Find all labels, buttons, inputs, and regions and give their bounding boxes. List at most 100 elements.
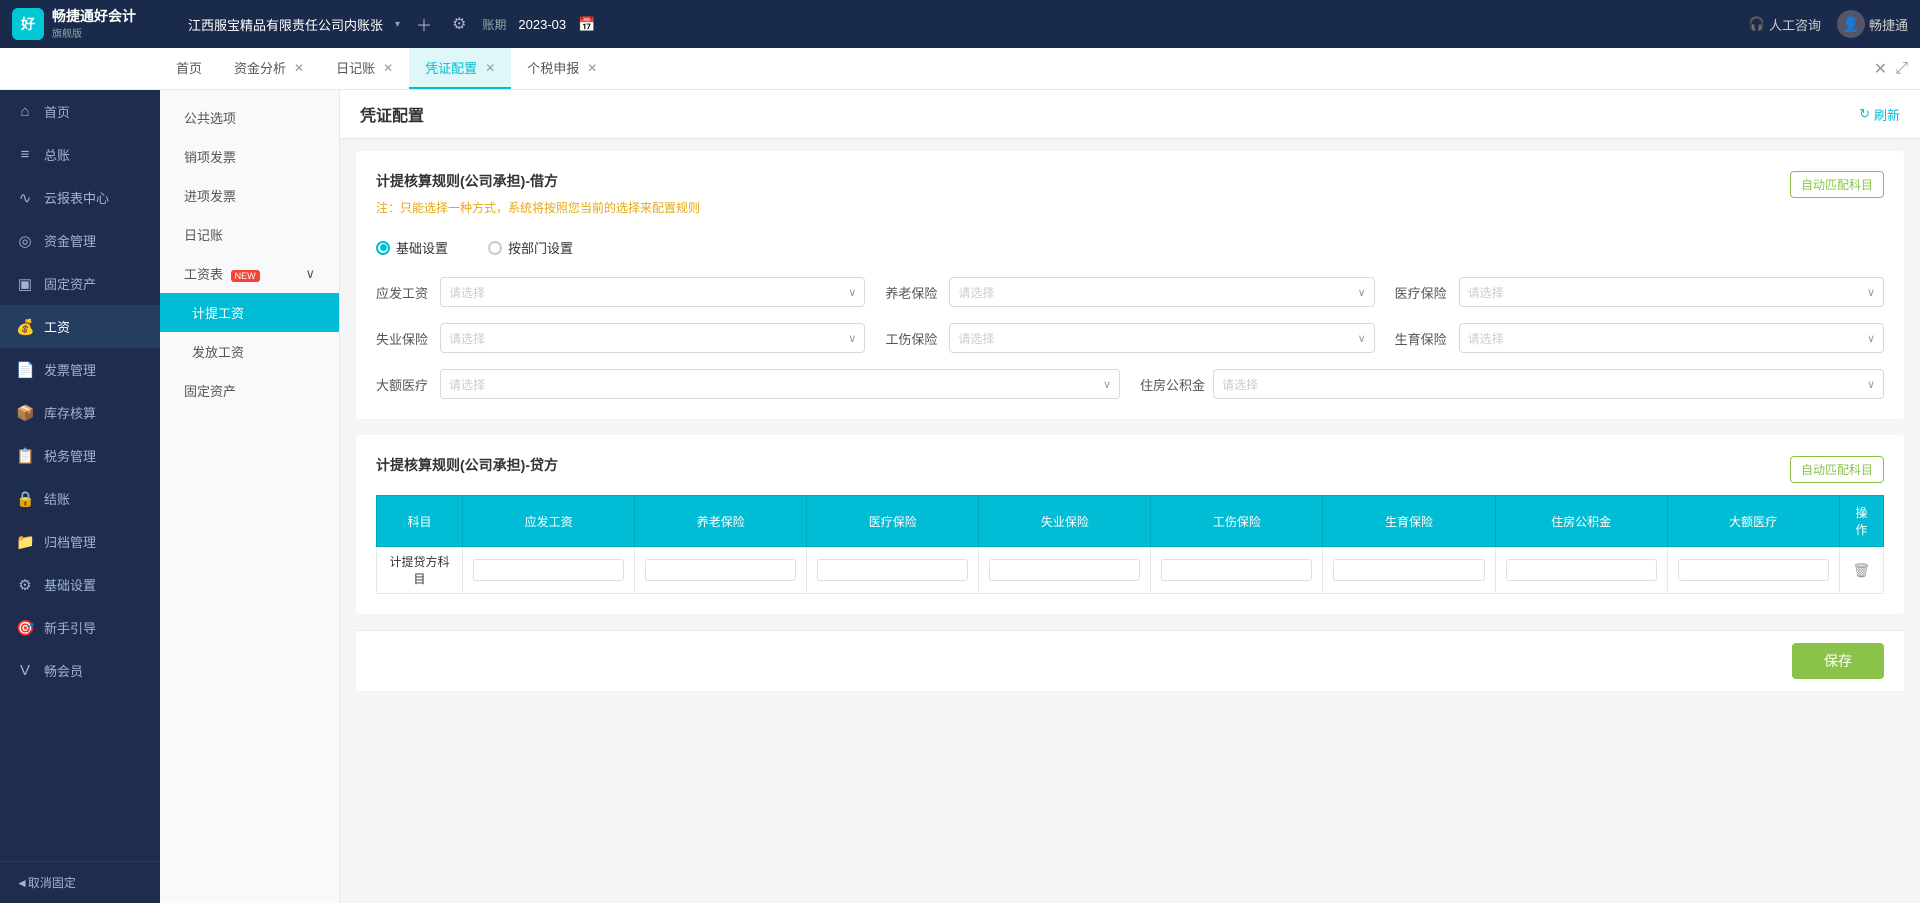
col-injury: 工伤保险	[1151, 496, 1323, 547]
sidebar-item-invoice[interactable]: 📄 发票管理	[0, 348, 160, 391]
sidebar-item-home[interactable]: ⌂ 首页	[0, 90, 160, 133]
refresh-button[interactable]: ↻ 刷新	[1859, 105, 1900, 124]
tab-fund-analysis[interactable]: 资金分析 ✕	[218, 48, 320, 89]
tab-home[interactable]: 首页	[160, 48, 218, 89]
close-window-icon[interactable]: ✕	[1874, 59, 1887, 79]
content-body: 计提核算规则(公司承担)-借方 注：只能选择一种方式，系统将按照您当前的选择来配…	[340, 151, 1920, 707]
row-wage-cell	[463, 547, 635, 594]
debit-section-title: 计提核算规则(公司承担)-借方	[376, 171, 700, 191]
sidebar-item-settings[interactable]: ⚙ 基础设置	[0, 563, 160, 606]
injury-select[interactable]: 请选择 ∨	[949, 323, 1374, 353]
col-subject: 科目	[377, 496, 463, 547]
wage-select[interactable]: 请选择 ∨	[440, 277, 865, 307]
save-button[interactable]: 保存	[1792, 643, 1884, 679]
company-dropdown-icon[interactable]: ▾	[395, 19, 400, 30]
unemployment-select[interactable]: 请选择 ∨	[440, 323, 865, 353]
app-logo-icon: 好	[12, 8, 44, 40]
col-unemployment: 失业保险	[979, 496, 1151, 547]
tax-icon: 📋	[16, 447, 34, 465]
sidebar-item-ledger[interactable]: ≡ 总账	[0, 133, 160, 176]
sidebar: ⌂ 首页 ≡ 总账 ∿ 云报表中心 ◎ 资金管理 ▣ 固定资产 💰 工资 📄 发…	[0, 90, 160, 903]
row-injury-input[interactable]	[1161, 559, 1312, 581]
left-menu-fixed-asset[interactable]: 固定资产	[160, 371, 339, 410]
row-maternity-input[interactable]	[1333, 559, 1484, 581]
left-menu-group-salary[interactable]: 工资表 NEW ∨	[160, 254, 339, 293]
tab-close-voucher[interactable]: ✕	[485, 61, 495, 75]
sidebar-item-fund[interactable]: ◎ 资金管理	[0, 219, 160, 262]
main-content: 凭证配置 ↻ 刷新 计提核算规则(公司承担)-借方 注：只能选择一种方式，系统将…	[340, 90, 1920, 903]
credit-section: 计提核算规则(公司承担)-贷方 自动匹配科目 科目 应发工资 养老保险 医疗保险	[356, 435, 1904, 614]
large-medical-select-arrow: ∨	[1103, 378, 1111, 391]
pension-label: 养老保险	[885, 283, 941, 302]
row-large-medical-input[interactable]	[1678, 559, 1829, 581]
form-item-housing: 住房公积金 请选择 ∨	[1140, 369, 1884, 399]
left-menu-sales[interactable]: 销项发票	[160, 137, 339, 176]
medical-select[interactable]: 请选择 ∨	[1459, 277, 1884, 307]
row-pension-input[interactable]	[645, 559, 796, 581]
radio-dept-circle	[488, 241, 502, 255]
left-menu-journal[interactable]: 日记账	[160, 215, 339, 254]
sidebar-item-asset[interactable]: ▣ 固定资产	[0, 262, 160, 305]
pension-select[interactable]: 请选择 ∨	[949, 277, 1374, 307]
ai-consult-button[interactable]: 🎧 人工咨询	[1749, 15, 1821, 34]
add-tab-button[interactable]: ＋	[412, 8, 436, 40]
debit-auto-match-button[interactable]: 自动匹配科目	[1790, 171, 1884, 198]
cancel-fixed-button[interactable]: ◄取消固定	[0, 861, 160, 903]
left-menu-purchase[interactable]: 进项发票	[160, 176, 339, 215]
radio-basic-dot	[380, 244, 387, 251]
sidebar-item-guide[interactable]: 🎯 新手引导	[0, 606, 160, 649]
row-housing-input[interactable]	[1506, 559, 1657, 581]
sidebar-item-salary[interactable]: 💰 工资	[0, 305, 160, 348]
tab-close-fund[interactable]: ✕	[294, 61, 304, 75]
expand-icon[interactable]: ⤢	[1895, 60, 1908, 78]
large-medical-select[interactable]: 请选择 ∨	[440, 369, 1120, 399]
form-item-large-medical: 大额医疗 请选择 ∨	[376, 369, 1120, 399]
archive-icon: 📁	[16, 533, 34, 551]
radio-basic-settings[interactable]: 基础设置	[376, 238, 448, 257]
row-unemployment-input[interactable]	[989, 559, 1140, 581]
member-icon: V	[16, 662, 34, 679]
logo-area: 好 畅捷通好会计 旗舰版	[12, 8, 172, 40]
sidebar-item-report[interactable]: ∿ 云报表中心	[0, 176, 160, 219]
tab-tax-report[interactable]: 个税申报 ✕	[511, 48, 613, 89]
row-medical-input[interactable]	[817, 559, 968, 581]
credit-auto-match-button[interactable]: 自动匹配科目	[1790, 456, 1884, 483]
radio-dept-settings[interactable]: 按部门设置	[488, 238, 573, 257]
user-menu[interactable]: 👤 畅捷通	[1837, 10, 1908, 38]
sidebar-item-member[interactable]: V 畅会员	[0, 649, 160, 692]
sidebar-item-inventory[interactable]: 📦 库存核算	[0, 391, 160, 434]
row-pension-cell	[635, 547, 807, 594]
maternity-label: 生育保险	[1395, 329, 1451, 348]
settings-icon[interactable]: ⚙	[448, 10, 470, 38]
tab-close-tax[interactable]: ✕	[587, 61, 597, 75]
row-unemployment-cell	[979, 547, 1151, 594]
sub-menu-accrued[interactable]: 计提工资	[160, 293, 339, 332]
row-large-medical-cell	[1667, 547, 1839, 594]
form-item-medical: 医疗保险 请选择 ∨	[1395, 277, 1884, 307]
tab-close-journal[interactable]: ✕	[383, 61, 393, 75]
left-menu-public[interactable]: 公共选项	[160, 98, 339, 137]
unemployment-label: 失业保险	[376, 329, 432, 348]
col-wage: 应发工资	[463, 496, 635, 547]
col-large-medical: 大额医疗	[1667, 496, 1839, 547]
tab-voucher-config[interactable]: 凭证配置 ✕	[409, 48, 511, 89]
medical-label: 医疗保险	[1395, 283, 1451, 302]
left-panel: 公共选项 销项发票 进项发票 日记账 工资表 NEW ∨ 计提工资	[160, 90, 340, 903]
tab-journal[interactable]: 日记账 ✕	[320, 48, 409, 89]
row-wage-input[interactable]	[473, 559, 624, 581]
sub-menu-pay[interactable]: 发放工资	[160, 332, 339, 371]
headset-icon: 🎧	[1749, 16, 1765, 32]
maternity-select[interactable]: 请选择 ∨	[1459, 323, 1884, 353]
delete-row-button[interactable]: 🗑	[1852, 562, 1870, 578]
calendar-icon[interactable]: 📅	[578, 16, 595, 33]
sidebar-item-archive[interactable]: 📁 归档管理	[0, 520, 160, 563]
large-medical-label: 大额医疗	[376, 375, 432, 394]
page-header: 凭证配置 ↻ 刷新	[340, 90, 1920, 139]
housing-select[interactable]: 请选择 ∨	[1213, 369, 1884, 399]
debit-section-note: 注：只能选择一种方式，系统将按照您当前的选择来配置规则	[376, 199, 700, 216]
sidebar-item-tax[interactable]: 📋 税务管理	[0, 434, 160, 477]
close-book-icon: 🔒	[16, 490, 34, 508]
row-injury-cell	[1151, 547, 1323, 594]
sidebar-item-close[interactable]: 🔒 结账	[0, 477, 160, 520]
row-maternity-cell	[1323, 547, 1495, 594]
